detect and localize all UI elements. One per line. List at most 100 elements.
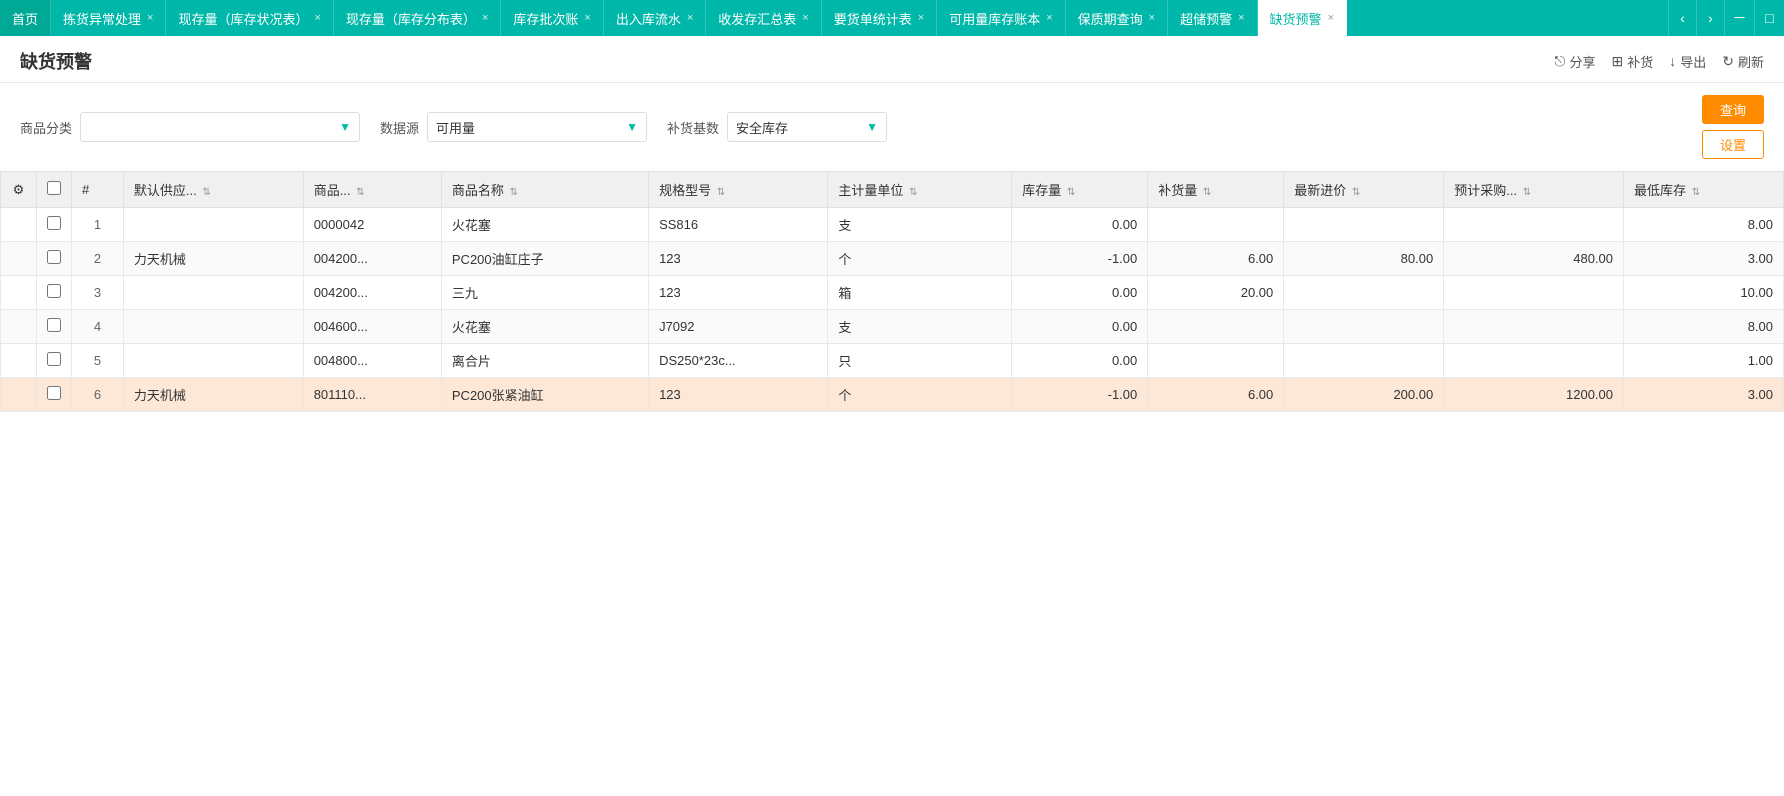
select-all-checkbox[interactable] <box>47 181 61 195</box>
row-gear <box>1 276 37 310</box>
share-button[interactable]: ⎋ 分享 <box>1554 52 1595 71</box>
column-latest-price[interactable]: 最新进价 ⇅ <box>1284 172 1444 208</box>
close-icon[interactable]: × <box>918 12 924 24</box>
nav-arrows: ‹ › － □ <box>1668 0 1784 36</box>
category-select[interactable]: ▼ <box>80 112 360 142</box>
row-stock: -1.00 <box>1012 242 1148 276</box>
row-product-code: 0000042 <box>303 208 441 242</box>
row-supplier <box>123 310 303 344</box>
sort-icon: ⇅ <box>1692 187 1700 198</box>
column-unit[interactable]: 主计量单位 ⇅ <box>828 172 1012 208</box>
row-checkbox[interactable] <box>47 250 61 264</box>
row-min-stock: 3.00 <box>1624 242 1784 276</box>
column-stock[interactable]: 库存量 ⇅ <box>1012 172 1148 208</box>
column-index: # <box>72 172 124 208</box>
row-product-name: PC200油缸庄子 <box>441 242 648 276</box>
column-product-name[interactable]: 商品名称 ⇅ <box>441 172 648 208</box>
close-icon[interactable]: × <box>802 12 808 24</box>
row-checkbox[interactable] <box>47 318 61 332</box>
nav-tab-order-stats[interactable]: 要货单统计表 × <box>822 0 937 36</box>
nav-tab-overstock[interactable]: 超储预警 × <box>1168 0 1257 36</box>
close-icon[interactable]: × <box>584 12 590 24</box>
column-spec[interactable]: 规格型号 ⇅ <box>649 172 828 208</box>
row-checkbox-cell[interactable] <box>37 242 72 276</box>
row-checkbox-cell[interactable] <box>37 344 72 378</box>
replenish-base-select[interactable]: 安全库存 ▼ <box>727 112 887 142</box>
column-min-stock[interactable]: 最低库存 ⇅ <box>1624 172 1784 208</box>
close-icon[interactable]: × <box>147 12 153 24</box>
row-index: 1 <box>72 208 124 242</box>
datasource-value: 可用量 <box>436 118 475 137</box>
row-latest-price: 80.00 <box>1284 242 1444 276</box>
column-settings[interactable]: ⚙ <box>1 172 37 208</box>
column-default-supplier[interactable]: 默认供应... ⇅ <box>123 172 303 208</box>
sort-icon: ⇅ <box>1352 187 1360 198</box>
datasource-label: 数据源 <box>380 118 419 137</box>
nav-tab-summary[interactable]: 收发存汇总表 × <box>706 0 821 36</box>
nav-tab-inventory-status[interactable]: 现存量（库存状况表） × <box>166 0 333 36</box>
column-estimated-purchase[interactable]: 预计采购... ⇅ <box>1444 172 1624 208</box>
datasource-select[interactable]: 可用量 ▼ <box>427 112 647 142</box>
row-stock: 0.00 <box>1012 276 1148 310</box>
row-stock: 0.00 <box>1012 208 1148 242</box>
sort-icon: ⇅ <box>510 187 518 198</box>
column-product-code[interactable]: 商品... ⇅ <box>303 172 441 208</box>
row-product-code: 004200... <box>303 276 441 310</box>
nav-tab-available[interactable]: 可用量库存账本 × <box>937 0 1065 36</box>
close-icon[interactable]: × <box>687 12 693 24</box>
row-checkbox[interactable] <box>47 386 61 400</box>
window-minimize-button[interactable]: － <box>1724 0 1754 36</box>
close-icon[interactable]: × <box>1328 12 1334 24</box>
window-maximize-button[interactable]: □ <box>1754 0 1784 36</box>
row-gear <box>1 344 37 378</box>
row-product-name: 火花塞 <box>441 310 648 344</box>
row-spec: J7092 <box>649 310 828 344</box>
column-replenish[interactable]: 补货量 ⇅ <box>1148 172 1284 208</box>
nav-tab-expiry[interactable]: 保质期查询 × <box>1066 0 1168 36</box>
row-product-name: PC200张紧油缸 <box>441 378 648 412</box>
nav-tab-batch[interactable]: 库存批次账 × <box>501 0 603 36</box>
shortage-table: ⚙ # 默认供应... ⇅ 商品... ⇅ 商品名称 ⇅ <box>0 171 1784 412</box>
row-checkbox[interactable] <box>47 352 61 366</box>
close-icon[interactable]: × <box>1046 12 1052 24</box>
query-button[interactable]: 查询 <box>1702 95 1764 124</box>
row-spec: 123 <box>649 276 828 310</box>
row-min-stock: 3.00 <box>1624 378 1784 412</box>
row-checkbox-cell[interactable] <box>37 208 72 242</box>
nav-next-button[interactable]: › <box>1696 0 1724 36</box>
row-checkbox-cell[interactable] <box>37 378 72 412</box>
close-icon[interactable]: × <box>482 12 488 24</box>
chevron-down-icon: ▼ <box>626 120 638 134</box>
refresh-button[interactable]: ↻ 刷新 <box>1722 52 1764 71</box>
nav-tab-picking[interactable]: 拣货异常处理 × <box>51 0 166 36</box>
category-label: 商品分类 <box>20 118 72 137</box>
row-gear <box>1 242 37 276</box>
row-checkbox-cell[interactable] <box>37 276 72 310</box>
export-button[interactable]: ↓ 导出 <box>1669 52 1706 71</box>
close-icon[interactable]: × <box>314 12 320 24</box>
row-min-stock: 1.00 <box>1624 344 1784 378</box>
filter-bar: 商品分类 ▼ 数据源 可用量 ▼ 补货基数 安全库存 ▼ 查询 设置 <box>0 83 1784 171</box>
table-row: 6 力天机械 801110... PC200张紧油缸 123 个 -1.00 6… <box>1 378 1784 412</box>
row-checkbox[interactable] <box>47 284 61 298</box>
settings-button[interactable]: 设置 <box>1702 130 1764 159</box>
nav-tab-inventory-dist[interactable]: 现存量（库存分布表） × <box>334 0 501 36</box>
row-unit: 支 <box>828 208 1012 242</box>
nav-tab-shortage[interactable]: 缺货预警 × <box>1258 0 1347 36</box>
row-index: 2 <box>72 242 124 276</box>
column-checkbox[interactable] <box>37 172 72 208</box>
row-checkbox-cell[interactable] <box>37 310 72 344</box>
row-index: 5 <box>72 344 124 378</box>
nav-tab-flow[interactable]: 出入库流水 × <box>604 0 706 36</box>
row-checkbox[interactable] <box>47 216 61 230</box>
nav-prev-button[interactable]: ‹ <box>1668 0 1696 36</box>
sort-icon: ⇅ <box>1523 187 1531 198</box>
row-replenish <box>1148 310 1284 344</box>
row-gear <box>1 378 37 412</box>
replenish-button[interactable]: ⊞ 补货 <box>1611 52 1653 71</box>
row-stock: 0.00 <box>1012 310 1148 344</box>
nav-tab-home[interactable]: 首页 <box>0 0 51 36</box>
close-icon[interactable]: × <box>1149 12 1155 24</box>
row-estimated-purchase <box>1444 208 1624 242</box>
close-icon[interactable]: × <box>1238 12 1244 24</box>
